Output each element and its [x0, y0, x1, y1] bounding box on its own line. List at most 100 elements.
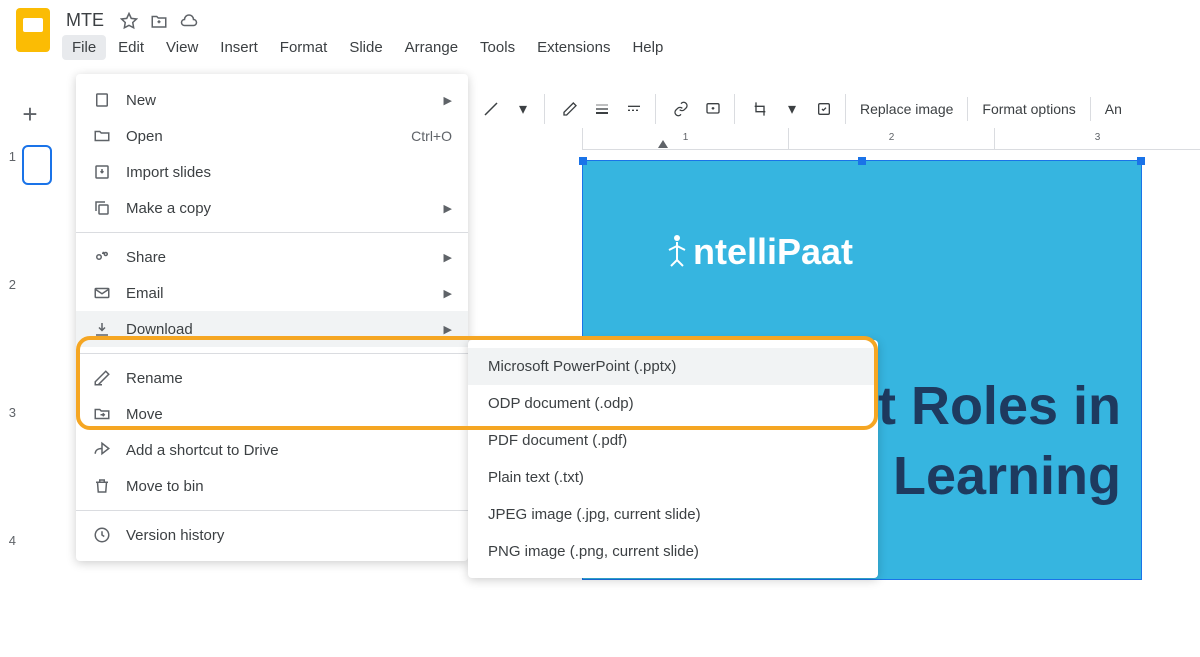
link-icon[interactable] — [666, 94, 696, 124]
email-icon — [92, 283, 112, 303]
slide-text-line: e Learning — [848, 441, 1121, 511]
menu-file[interactable]: File — [62, 35, 106, 60]
download-jpeg[interactable]: JPEG image (.jpg, current slide) — [468, 496, 878, 533]
line-tool-icon[interactable] — [476, 94, 506, 124]
menu-bar: File Edit View Insert Format Slide Arran… — [62, 35, 1184, 60]
menu-version-history[interactable]: Version history — [76, 517, 468, 553]
dropdown-caret-icon[interactable]: ▾ — [777, 94, 807, 124]
submenu-arrow-icon: ▶ — [444, 94, 452, 107]
menu-extensions[interactable]: Extensions — [527, 35, 620, 60]
add-slide-button[interactable]: + — [12, 96, 48, 132]
comment-icon[interactable] — [698, 94, 728, 124]
line-dash-icon[interactable] — [619, 94, 649, 124]
menu-help[interactable]: Help — [622, 35, 673, 60]
menu-import-slides[interactable]: Import slides — [76, 154, 468, 190]
animate-button[interactable]: An — [1095, 95, 1132, 123]
menu-edit[interactable]: Edit — [108, 35, 154, 60]
menu-download[interactable]: Download ▶ — [76, 311, 468, 347]
thumb-number: 2 — [6, 273, 22, 292]
share-icon — [92, 247, 112, 267]
menu-move[interactable]: Move — [76, 396, 468, 432]
download-txt[interactable]: Plain text (.txt) — [468, 459, 878, 496]
resize-handle[interactable] — [579, 157, 587, 165]
menu-label: Add a shortcut to Drive — [126, 442, 452, 459]
ruler-tick: 1 — [582, 128, 788, 149]
thumb-number: 3 — [6, 401, 22, 420]
download-png[interactable]: PNG image (.png, current slide) — [468, 533, 878, 570]
menu-email[interactable]: Email ▶ — [76, 275, 468, 311]
folder-icon — [92, 126, 112, 146]
resize-handle[interactable] — [858, 157, 866, 165]
menu-open[interactable]: Open Ctrl+O — [76, 118, 468, 154]
menu-label: Version history — [126, 527, 452, 544]
rename-icon — [92, 368, 112, 388]
history-icon — [92, 525, 112, 545]
menu-label: Import slides — [126, 164, 452, 181]
menu-label: Open — [126, 128, 411, 145]
slide-text-line: t Roles in — [848, 371, 1121, 441]
slide-thumbnail[interactable] — [22, 529, 52, 569]
dropdown-caret-icon[interactable]: ▾ — [508, 94, 538, 124]
thumb-number: 1 — [6, 145, 22, 164]
slide-logo: ntelliPaat — [663, 231, 853, 273]
thumb-number: 4 — [6, 529, 22, 548]
format-options-button[interactable]: Format options — [972, 95, 1085, 123]
horizontal-ruler: 1 2 3 — [582, 128, 1200, 150]
menu-label: Download — [126, 321, 444, 338]
slide-thumbnail[interactable] — [22, 273, 52, 313]
document-title[interactable]: MTE — [62, 8, 108, 33]
menu-label: Make a copy — [126, 200, 444, 217]
menu-label: Move — [126, 406, 452, 423]
menu-label: Share — [126, 249, 444, 266]
move-to-folder-icon[interactable] — [150, 12, 168, 30]
submenu-arrow-icon: ▶ — [444, 287, 452, 300]
menu-add-shortcut[interactable]: Add a shortcut to Drive — [76, 432, 468, 468]
new-doc-icon — [92, 90, 112, 110]
slides-app-icon[interactable] — [16, 8, 52, 56]
ruler-tick: 3 — [994, 128, 1200, 149]
pencil-icon[interactable] — [555, 94, 585, 124]
menu-new[interactable]: New ▶ — [76, 82, 468, 118]
ruler-tick: 2 — [788, 128, 994, 149]
menu-label: Email — [126, 285, 444, 302]
logo-text: ntelliPaat — [693, 231, 853, 273]
copy-icon — [92, 198, 112, 218]
slide-thumbnail[interactable] — [22, 401, 52, 441]
move-icon — [92, 404, 112, 424]
crop-icon[interactable] — [745, 94, 775, 124]
menu-share[interactable]: Share ▶ — [76, 239, 468, 275]
menu-label: Move to bin — [126, 478, 452, 495]
menu-arrange[interactable]: Arrange — [395, 35, 468, 60]
toolbar: ▾ ▾ Replace image Format options An — [470, 88, 1132, 130]
menu-tools[interactable]: Tools — [470, 35, 525, 60]
logo-figure-icon — [663, 232, 691, 272]
menu-format[interactable]: Format — [270, 35, 338, 60]
submenu-arrow-icon: ▶ — [444, 251, 452, 264]
download-pdf[interactable]: PDF document (.pdf) — [468, 422, 878, 459]
menu-shortcut: Ctrl+O — [411, 128, 452, 144]
cloud-status-icon[interactable] — [180, 12, 198, 30]
menu-move-to-bin[interactable]: Move to bin — [76, 468, 468, 504]
resize-handle[interactable] — [1137, 157, 1145, 165]
download-odp[interactable]: ODP document (.odp) — [468, 385, 878, 422]
replace-image-button[interactable]: Replace image — [850, 95, 963, 123]
submenu-arrow-icon: ▶ — [444, 202, 452, 215]
menu-view[interactable]: View — [156, 35, 208, 60]
download-icon — [92, 319, 112, 339]
menu-label: Rename — [126, 370, 452, 387]
trash-icon — [92, 476, 112, 496]
download-pptx[interactable]: Microsoft PowerPoint (.pptx) — [468, 348, 878, 385]
import-icon — [92, 162, 112, 182]
menu-rename[interactable]: Rename — [76, 360, 468, 396]
submenu-arrow-icon: ▶ — [444, 323, 452, 336]
menu-slide[interactable]: Slide — [339, 35, 392, 60]
slide-thumbnails: 1 2 3 4 — [6, 145, 66, 657]
slide-thumbnail[interactable] — [22, 145, 52, 185]
star-icon[interactable] — [120, 12, 138, 30]
line-weight-icon[interactable] — [587, 94, 617, 124]
download-submenu: Microsoft PowerPoint (.pptx) ODP documen… — [468, 340, 878, 578]
menu-insert[interactable]: Insert — [210, 35, 268, 60]
reset-image-icon[interactable] — [809, 94, 839, 124]
slide-title-text: t Roles in e Learning — [848, 371, 1121, 511]
menu-make-copy[interactable]: Make a copy ▶ — [76, 190, 468, 226]
